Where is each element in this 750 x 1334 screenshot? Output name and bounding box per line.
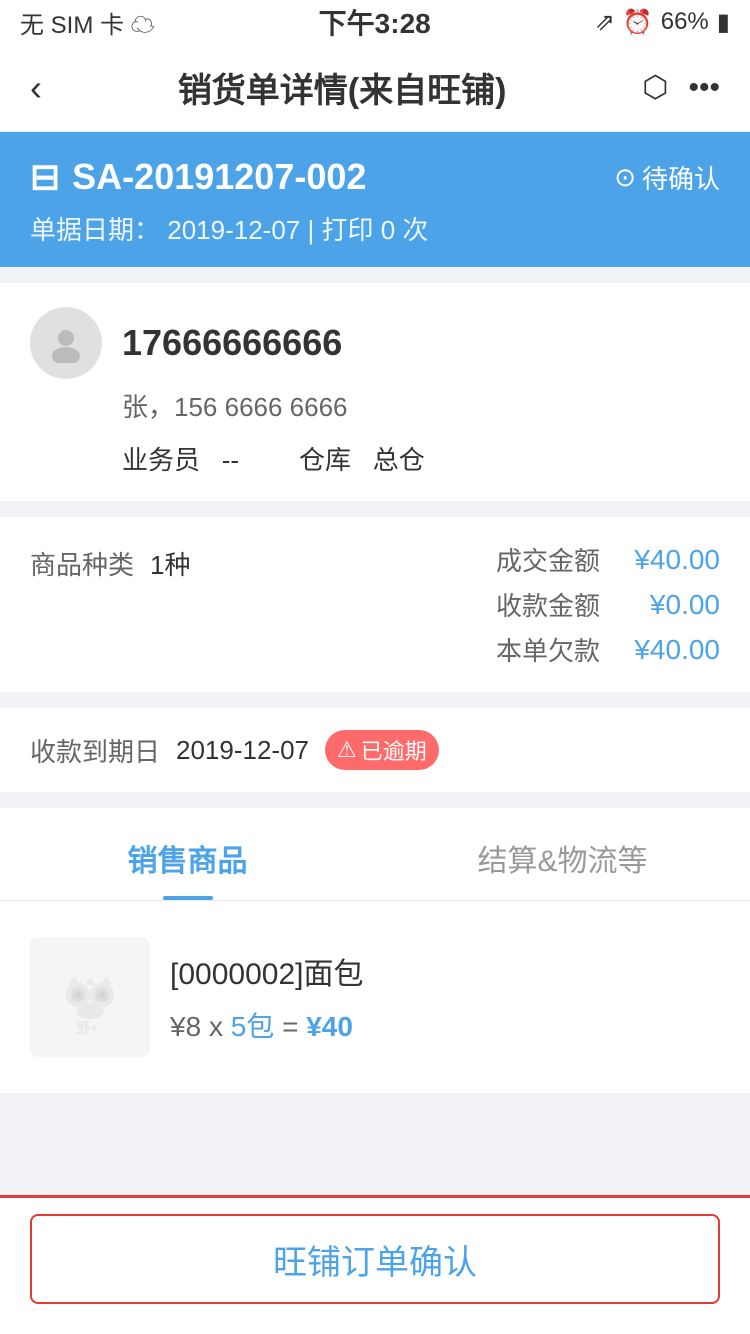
order-header-top: ⊟ SA-20191207-002 ⊙ 待确认 [30,156,720,198]
customer-phone: 17666666666 [122,322,342,364]
status-right: ⇗ ⏰ 66% ▮ [595,8,730,37]
product-equals: = [282,1011,306,1042]
amount-row: 商品种类 1种 成交金额 ¥40.00 收款金额 ¥0.00 本单欠款 ¥40.… [30,541,720,668]
product-name: [0000002]面包 [170,949,720,993]
product-unit-price: ¥8 [170,1011,201,1042]
product-info: [0000002]面包 ¥8 x 5包 = ¥40 [170,949,720,1045]
amount-section: 商品种类 1种 成交金额 ¥40.00 收款金额 ¥0.00 本单欠款 ¥40.… [0,517,750,692]
order-status: ⊙ 待确认 [614,159,720,196]
product-item: 野+ [0000002]面包 ¥8 x 5包 = ¥40 [30,921,720,1073]
svg-text:野+: 野+ [76,1020,98,1036]
nav-actions: ⬡ ••• [642,70,720,105]
deal-amount-value: ¥40.00 [620,544,720,576]
battery-level: 66% [661,8,709,36]
location-icon: ⇗ [595,8,615,37]
due-date-label: 收款到期日 [30,732,160,769]
owed-label: 本单欠款 [496,631,600,668]
battery-icon: ▮ [717,8,730,37]
owed-amount: 本单欠款 ¥40.00 [496,631,720,668]
product-price-row: ¥8 x 5包 = ¥40 [170,1005,720,1045]
back-button[interactable]: ‹ [30,67,42,109]
order-id: ⊟ SA-20191207-002 [30,156,366,198]
status-time: 下午3:28 [319,2,431,42]
amount-right: 成交金额 ¥40.00 收款金额 ¥0.00 本单欠款 ¥40.00 [496,541,720,668]
received-label: 收款金额 [496,586,600,623]
deal-amount-label: 成交金额 [496,541,600,578]
warehouse-meta: 仓库 总仓 [299,440,425,477]
customer-name: 张，156 6666 6666 [30,387,720,424]
alarm-icon: ⏰ [623,8,653,37]
share-icon[interactable]: ⬡ [642,70,668,105]
customer-meta: 业务员 -- 仓库 总仓 [30,440,720,477]
product-quantity: 5包 [231,1011,275,1042]
order-icon: ⊟ [30,156,60,198]
goods-type-value: 1种 [150,545,190,582]
received-value: ¥0.00 [620,589,720,621]
tabs-section: 销售商品 结算&物流等 野+ [0,808,750,1093]
page-title: 销货单详情(来自旺铺) [178,63,507,112]
due-date-section: 收款到期日 2019-12-07 ⚠ 已逾期 [0,708,750,792]
product-list: 野+ [0000002]面包 ¥8 x 5包 = ¥40 [0,901,750,1093]
more-icon[interactable]: ••• [688,71,720,105]
owed-value: ¥40.00 [620,634,720,666]
goods-type: 商品种类 1种 [30,541,190,582]
tab-sales-goods[interactable]: 销售商品 [0,808,375,900]
sim-status: 无 SIM 卡 ☁ [20,5,155,40]
order-date: 单据日期： 2019-12-07 | 打印 0 次 [30,210,720,247]
overdue-badge: ⚠ 已逾期 [325,730,439,770]
confirm-order-button[interactable]: 旺铺订单确认 [30,1214,720,1304]
product-multiply: x [209,1011,231,1042]
product-thumbnail: 野+ [30,937,150,1057]
goods-type-label: 商品种类 [30,545,134,582]
due-date-value: 2019-12-07 [176,735,309,766]
staff-meta: 业务员 -- [122,440,239,477]
product-total: ¥40 [306,1011,353,1042]
customer-avatar [30,307,102,379]
status-bar: 无 SIM 卡 ☁ 下午3:28 ⇗ ⏰ 66% ▮ [0,0,750,44]
status-left: 无 SIM 卡 ☁ [20,5,155,40]
clock-icon: ⊙ [614,162,636,193]
warehouse-label: 仓库 [299,445,351,475]
nav-bar: ‹ 销货单详情(来自旺铺) ⬡ ••• [0,44,750,132]
customer-row: 17666666666 [30,307,720,379]
received-amount: 收款金额 ¥0.00 [496,586,720,623]
deal-amount: 成交金额 ¥40.00 [496,541,720,578]
staff-label: 业务员 [122,445,200,475]
customer-section: 17666666666 张，156 6666 6666 业务员 -- 仓库 总仓 [0,283,750,501]
tabs-header: 销售商品 结算&物流等 [0,808,750,901]
confirm-button-wrap: 旺铺订单确认 [0,1195,750,1334]
warehouse-value: 总仓 [373,445,425,475]
tab-settlement[interactable]: 结算&物流等 [375,808,750,900]
order-header: ⊟ SA-20191207-002 ⊙ 待确认 单据日期： 2019-12-07… [0,132,750,267]
staff-value: -- [222,445,239,475]
warning-icon: ⚠ [337,737,357,763]
